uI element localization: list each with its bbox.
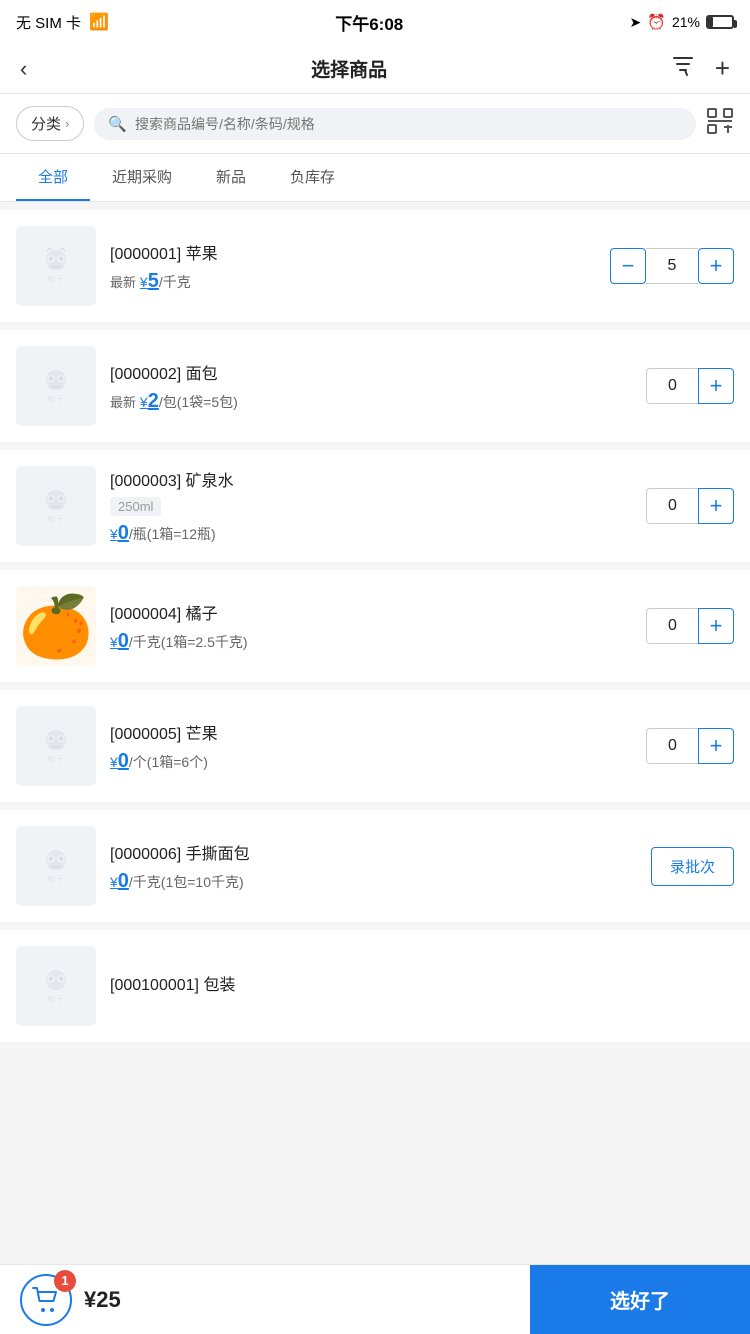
status-bar: 无 SIM 卡 📶 下午6:08 ➤ ⏰ 21% (0, 0, 750, 44)
search-icon: 🔍 (108, 115, 127, 133)
status-time: 下午6:08 (335, 10, 403, 35)
product-price-1: 最新 ¥2/包(1袋=5包) (110, 390, 632, 413)
qty-input-3[interactable] (646, 608, 698, 644)
table-row: 智十 [0000002] 面包 最新 ¥2/包(1袋=5包) + (0, 330, 750, 442)
product-info-4: [0000005] 芒果 ¥0/个(1箱=6个) (110, 720, 632, 773)
qty-control-4: + (646, 728, 734, 764)
product-name-3: [0000004] 橘子 (110, 600, 632, 624)
tab-bar: 全部 近期采购 新品 负库存 (0, 154, 750, 202)
qty-input-4[interactable] (646, 728, 698, 764)
qty-control-2: + (646, 488, 734, 524)
product-image-6: 智十 (16, 946, 96, 1026)
location-icon: ➤ (630, 14, 642, 31)
filter-button[interactable] (671, 55, 695, 83)
search-bar: 分类 › 🔍 (0, 94, 750, 154)
search-input-wrap: 🔍 (94, 108, 696, 140)
product-image-4: 智十 (16, 706, 96, 786)
product-info-5: [0000006] 手撕面包 ¥0/千克(1包=10千克) (110, 840, 637, 893)
svg-text:智十: 智十 (47, 394, 63, 404)
status-left: 无 SIM 卡 📶 (16, 12, 109, 33)
product-spec-2: 250ml (110, 497, 161, 516)
battery-label: 21% (672, 14, 700, 30)
product-name-4: [0000005] 芒果 (110, 720, 632, 744)
product-price-4: ¥0/个(1箱=6个) (110, 750, 632, 773)
product-name-2: [0000003] 矿泉水 (110, 467, 632, 491)
nav-bar: ‹ 选择商品 + (0, 44, 750, 94)
product-info-3: [0000004] 橘子 ¥0/千克(1箱=2.5千克) (110, 600, 632, 653)
table-row: 智十 [0000001] 苹果 最新 ¥5/千克 − + (0, 210, 750, 322)
product-image-1: 智十 (16, 346, 96, 426)
product-name-1: [0000002] 面包 (110, 360, 632, 384)
add-button[interactable]: + (715, 53, 730, 84)
chevron-right-icon: › (65, 116, 69, 131)
table-row: 智十 [0000003] 矿泉水 250ml ¥0/瓶(1箱=12瓶) + (0, 450, 750, 562)
qty-increase-1[interactable]: + (698, 368, 734, 404)
qty-input-2[interactable] (646, 488, 698, 524)
search-input[interactable] (135, 116, 682, 132)
product-price-0: 最新 ¥5/千克 (110, 270, 596, 293)
table-row: 智十 [000100001] 包装 (0, 930, 750, 1042)
qty-control-0: − + (610, 248, 734, 284)
scan-icon[interactable] (706, 107, 734, 141)
tab-recent[interactable]: 近期采购 (90, 154, 194, 201)
wifi-icon: 📶 (89, 12, 109, 32)
back-button[interactable]: ‹ (20, 56, 27, 82)
product-list: 智十 [0000001] 苹果 最新 ¥5/千克 − + (0, 202, 750, 1130)
qty-increase-3[interactable]: + (698, 608, 734, 644)
svg-text:智十: 智十 (47, 754, 63, 764)
product-price-5: ¥0/千克(1包=10千克) (110, 870, 637, 893)
confirm-button[interactable]: 选好了 (530, 1265, 750, 1334)
qty-control-3: + (646, 608, 734, 644)
product-info-2: [0000003] 矿泉水 250ml ¥0/瓶(1箱=12瓶) (110, 467, 632, 545)
cart-section: 1 ¥25 (0, 1274, 530, 1326)
product-price-3: ¥0/千克(1箱=2.5千克) (110, 630, 632, 653)
svg-text:智十: 智十 (47, 994, 63, 1004)
nav-actions: + (671, 53, 730, 84)
table-row: 🍊 [0000004] 橘子 ¥0/千克(1箱=2.5千克) + (0, 570, 750, 682)
product-price-2: ¥0/瓶(1箱=12瓶) (110, 522, 632, 545)
product-info-0: [0000001] 苹果 最新 ¥5/千克 (110, 240, 596, 293)
tab-all[interactable]: 全部 (16, 154, 90, 201)
page-title: 选择商品 (311, 55, 387, 82)
svg-text:智十: 智十 (47, 274, 63, 284)
svg-text:智十: 智十 (47, 874, 63, 884)
product-info-6: [000100001] 包装 (110, 971, 734, 1001)
qty-increase-0[interactable]: + (698, 248, 734, 284)
alarm-icon: ⏰ (647, 13, 666, 31)
carrier-label: 无 SIM 卡 (16, 12, 81, 33)
qty-increase-2[interactable]: + (698, 488, 734, 524)
cart-badge: 1 (54, 1270, 76, 1292)
battery-fill (708, 17, 713, 27)
batch-button-5[interactable]: 录批次 (651, 847, 734, 886)
qty-control-1: + (646, 368, 734, 404)
table-row: 智十 [0000005] 芒果 ¥0/个(1箱=6个) + (0, 690, 750, 802)
svg-text:智十: 智十 (47, 514, 63, 524)
product-name-5: [0000006] 手撕面包 (110, 840, 637, 864)
qty-decrease-0[interactable]: − (610, 248, 646, 284)
product-image-0: 智十 (16, 226, 96, 306)
cart-button[interactable]: 1 (20, 1274, 72, 1326)
category-label: 分类 (31, 113, 61, 134)
category-button[interactable]: 分类 › (16, 106, 84, 141)
qty-input-1[interactable] (646, 368, 698, 404)
status-right: ➤ ⏰ 21% (630, 13, 734, 31)
bottom-bar: 1 ¥25 选好了 (0, 1264, 750, 1334)
product-image-3: 🍊 (16, 586, 96, 666)
product-image-2: 智十 (16, 466, 96, 546)
qty-input-0[interactable] (646, 248, 698, 284)
product-image-5: 智十 (16, 826, 96, 906)
product-info-1: [0000002] 面包 最新 ¥2/包(1袋=5包) (110, 360, 632, 413)
product-name-0: [0000001] 苹果 (110, 240, 596, 264)
battery-icon (706, 15, 734, 29)
cart-total: ¥25 (84, 1287, 121, 1313)
qty-increase-4[interactable]: + (698, 728, 734, 764)
tab-negative[interactable]: 负库存 (268, 154, 357, 201)
table-row: 智十 [0000006] 手撕面包 ¥0/千克(1包=10千克) 录批次 (0, 810, 750, 922)
product-name-6: [000100001] 包装 (110, 971, 734, 995)
tab-new[interactable]: 新品 (194, 154, 268, 201)
